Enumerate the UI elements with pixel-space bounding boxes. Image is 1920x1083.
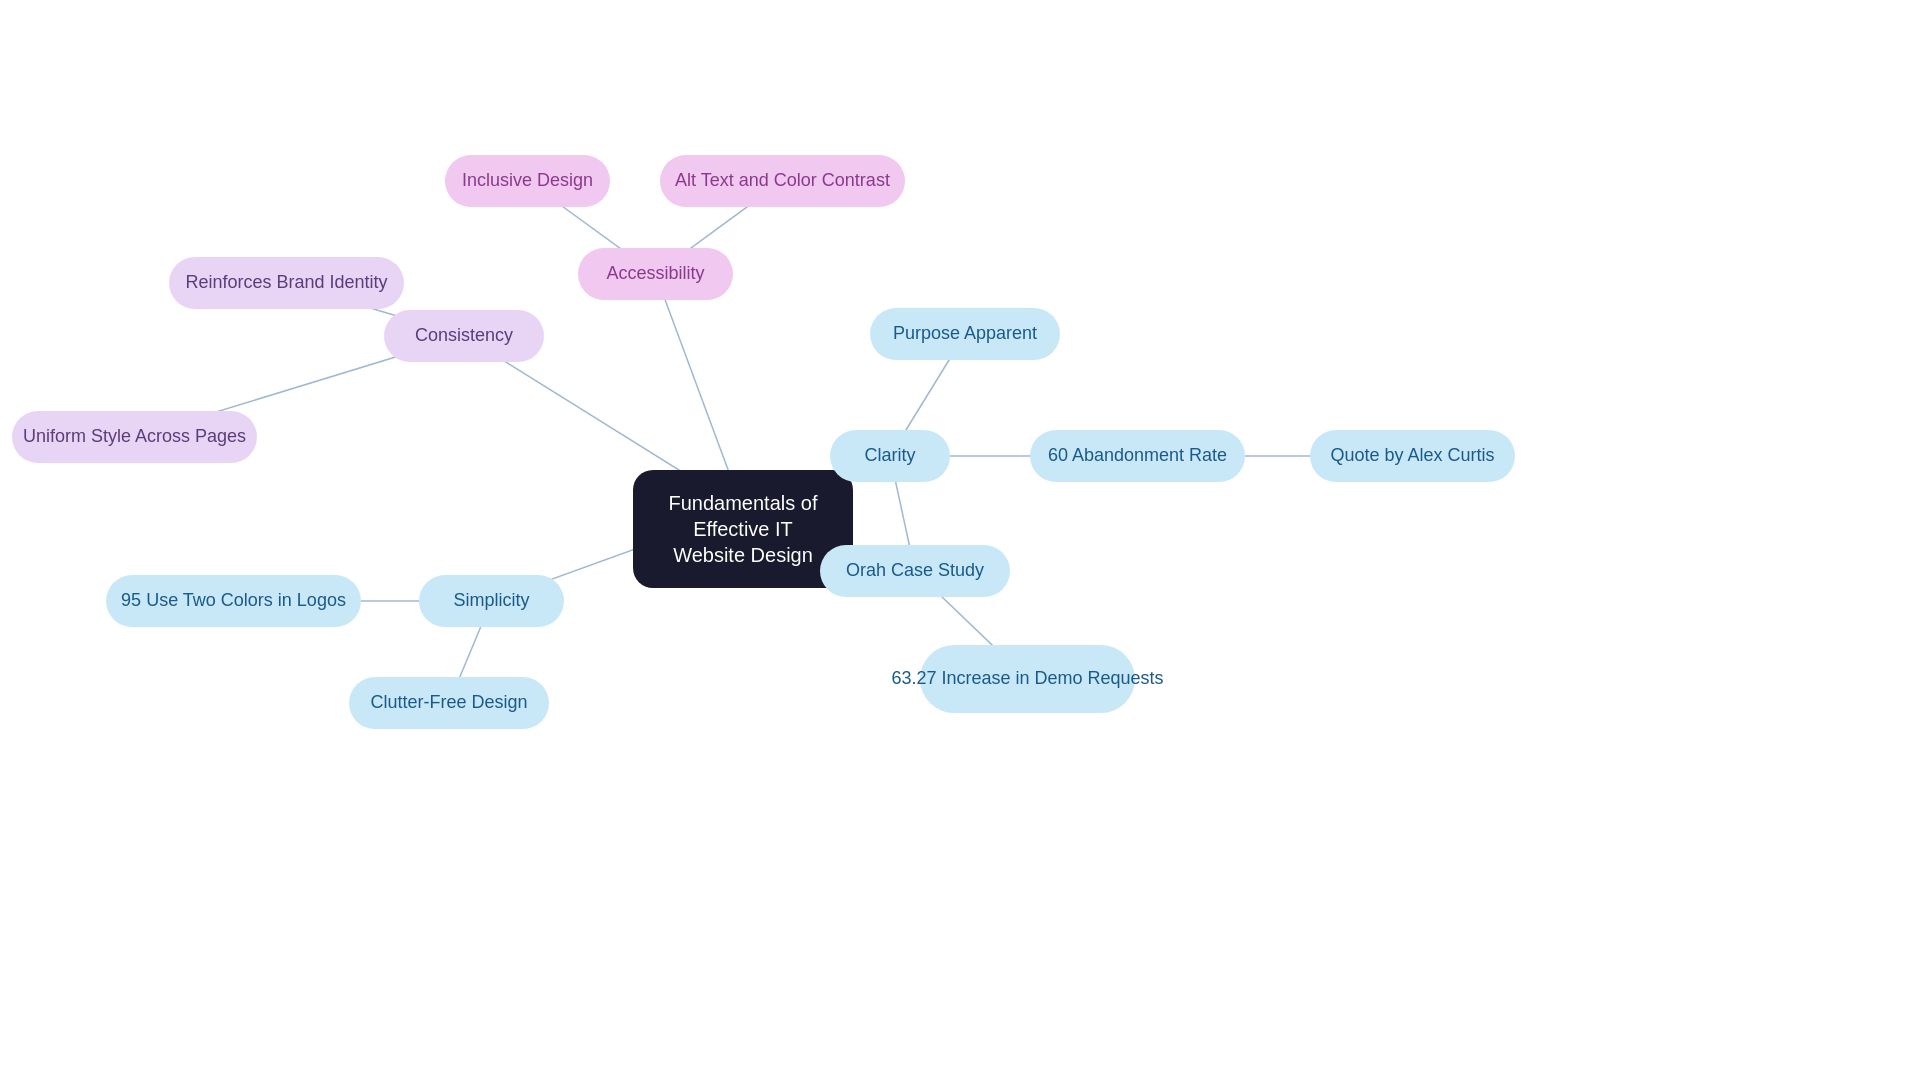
- node-alt-text[interactable]: Alt Text and Color Contrast: [660, 155, 905, 207]
- node-orah-case-study[interactable]: Orah Case Study: [820, 545, 1010, 597]
- node-quote-alex[interactable]: Quote by Alex Curtis: [1310, 430, 1515, 482]
- mindmap-canvas: Fundamentals of Effective IT Website Des…: [0, 0, 1920, 1083]
- node-accessibility[interactable]: Accessibility: [578, 248, 733, 300]
- node-increase-demo[interactable]: 63.27 Increase in Demo Requests: [920, 645, 1135, 713]
- node-uniform-style[interactable]: Uniform Style Across Pages: [12, 411, 257, 463]
- node-consistency[interactable]: Consistency: [384, 310, 544, 362]
- node-simplicity[interactable]: Simplicity: [419, 575, 564, 627]
- node-use-two-colors[interactable]: 95 Use Two Colors in Logos: [106, 575, 361, 627]
- node-clutter-free[interactable]: Clutter-Free Design: [349, 677, 549, 729]
- node-purpose-apparent[interactable]: Purpose Apparent: [870, 308, 1060, 360]
- node-clarity[interactable]: Clarity: [830, 430, 950, 482]
- connections-svg: [0, 0, 1920, 1083]
- node-inclusive-design[interactable]: Inclusive Design: [445, 155, 610, 207]
- node-abandonment-rate[interactable]: 60 Abandonment Rate: [1030, 430, 1245, 482]
- node-reinforces-brand[interactable]: Reinforces Brand Identity: [169, 257, 404, 309]
